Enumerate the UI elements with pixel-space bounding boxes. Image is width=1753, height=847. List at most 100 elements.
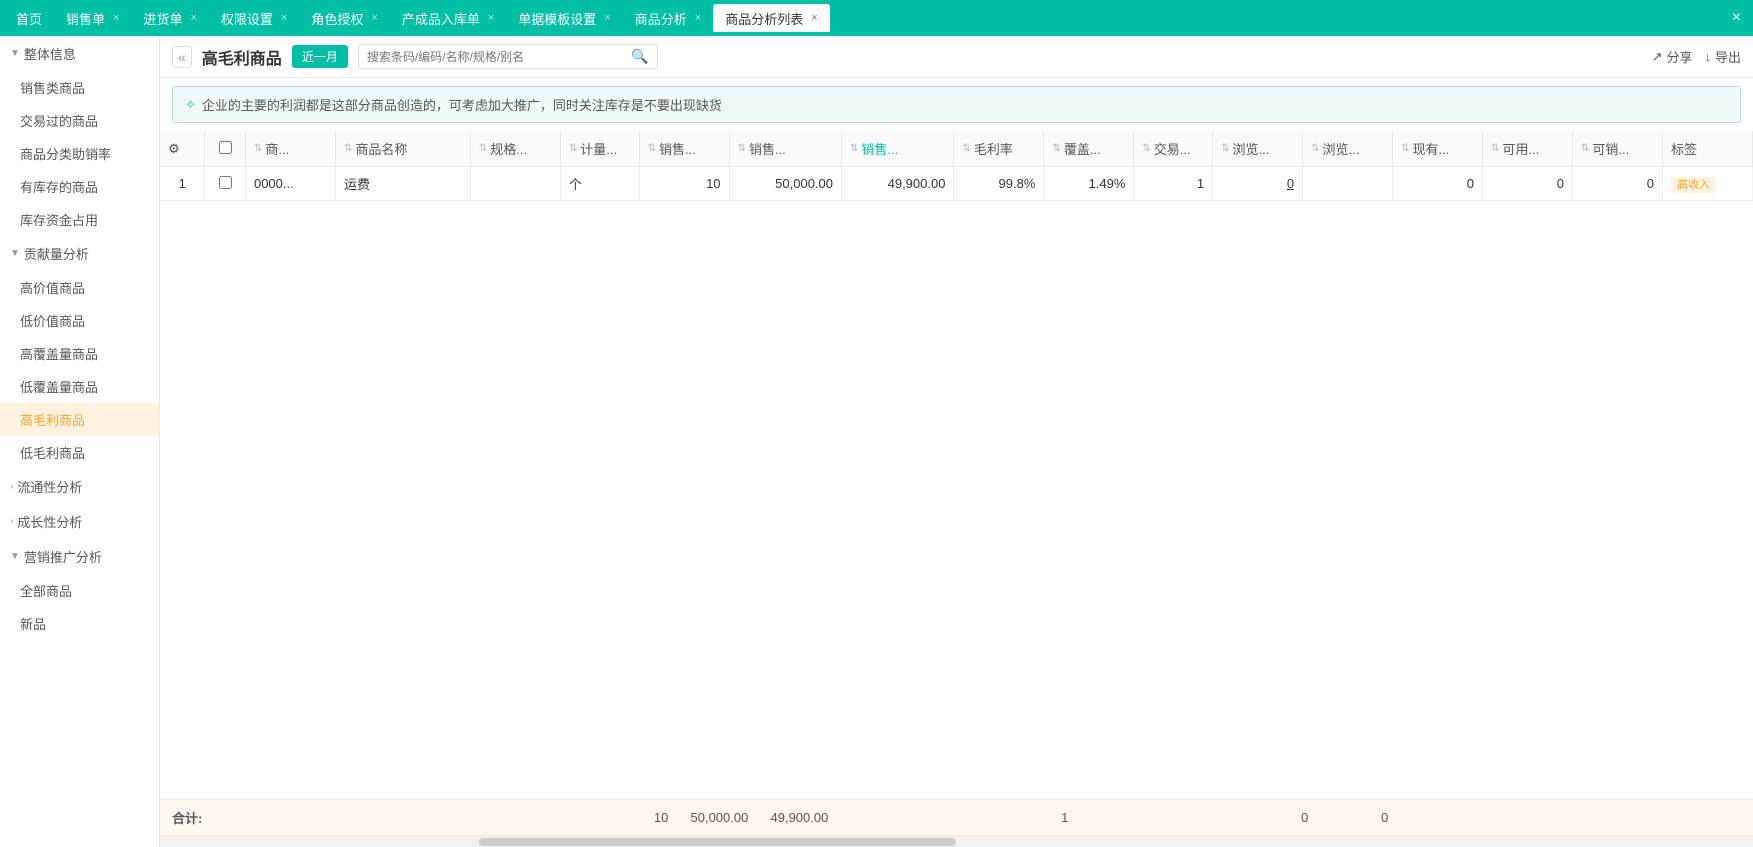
sidebar-item-new-products[interactable]: 新品 <box>0 607 159 640</box>
cell-sale2: 0 <box>1572 167 1662 201</box>
sort-icon-code: ⇅ <box>254 143 262 154</box>
close-all-tabs[interactable]: × <box>1724 5 1749 31</box>
tab-close-product-analysis-list[interactable]: × <box>811 12 817 24</box>
col-header-sale2: ⇅ 可销... <box>1572 131 1662 167</box>
share-icon: ↗ <box>1652 49 1663 65</box>
row-checkbox[interactable] <box>219 176 232 189</box>
cell-num: 1 <box>160 167 205 201</box>
col-header-sale-amt: ⇅ 销售... <box>729 131 841 167</box>
sort-icon-cover: ⇅ <box>1052 143 1060 154</box>
search-icon[interactable]: 🔍 <box>631 48 648 65</box>
sidebar-section-growth[interactable]: › 成长性分析 <box>0 504 159 539</box>
export-icon: ↓ <box>1704 49 1711 64</box>
tab-sales[interactable]: 销售单 × <box>54 4 131 32</box>
sidebar-item-low-value[interactable]: 低价值商品 <box>0 304 159 337</box>
export-button[interactable]: ↓ 导出 <box>1704 47 1741 66</box>
collapse-sidebar-button[interactable]: « <box>172 46 192 68</box>
sidebar-item-category-rate[interactable]: 商品分类助销率 <box>0 137 159 170</box>
arrow-right-icon: › <box>10 481 13 492</box>
tab-product-analysis[interactable]: 商品分析 × <box>623 4 713 32</box>
col-header-unit: ⇅ 计量... <box>560 131 639 167</box>
content-area: « 高毛利商品 近一月 🔍 ↗ 分享 ↓ 导出 ✧ 企业的主要的利润都是这部 <box>160 36 1753 847</box>
scrollbar-thumb[interactable] <box>479 838 957 846</box>
main-layout: ▼ 整体信息 销售类商品 交易过的商品 商品分类助销率 有库存的商品 库存资金占… <box>0 36 1753 847</box>
sidebar-section-contribution[interactable]: ▼ 贡献量分析 <box>0 236 159 271</box>
cell-stock2: 0 <box>1483 167 1573 201</box>
col-header-stock2: ⇅ 可用... <box>1483 131 1573 167</box>
cell-sale-qty: 10 <box>639 167 729 201</box>
sidebar-item-low-coverage[interactable]: 低覆盖量商品 <box>0 370 159 403</box>
col-header-sale-cost[interactable]: ⇅ 销售... <box>842 131 954 167</box>
sort-icon-sale-qty: ⇅ <box>648 143 656 154</box>
tab-close-product-in[interactable]: × <box>488 12 494 24</box>
tab-home[interactable]: 首页 <box>4 4 54 32</box>
info-text: 企业的主要的利润都是这部分商品创造的，可考虑加大推广，同时关注库存是不要出现缺货 <box>202 95 722 114</box>
tab-template[interactable]: 单据模板设置 × <box>506 4 622 32</box>
col-header-check <box>205 131 245 167</box>
col-header-name: ⇅ 商品名称 <box>335 131 470 167</box>
settings-icon[interactable]: ⚙ <box>168 141 180 157</box>
sidebar-item-sales-products[interactable]: 销售类商品 <box>0 71 159 104</box>
tab-product-in[interactable]: 产成品入库单 × <box>390 4 506 32</box>
footer-stock2: 0 <box>1316 810 1396 825</box>
sort-icon-unit: ⇅ <box>569 143 577 154</box>
cell-check[interactable] <box>205 167 245 201</box>
sidebar-item-high-value[interactable]: 高价值商品 <box>0 271 159 304</box>
tab-permissions[interactable]: 权限设置 × <box>209 4 299 32</box>
sort-icon-browse2: ⇅ <box>1311 143 1319 154</box>
tab-close-permissions[interactable]: × <box>281 12 287 24</box>
cell-name: 运费 <box>335 167 470 201</box>
data-table: ⚙ ⇅ 商... <box>160 131 1753 201</box>
col-header-cover: ⇅ 覆盖... <box>1044 131 1134 167</box>
tab-purchase[interactable]: 进货单 × <box>131 4 208 32</box>
cell-tag: 高收入 <box>1662 167 1752 201</box>
cell-browse1[interactable]: 0 <box>1213 167 1303 201</box>
cell-spec <box>470 167 560 201</box>
search-box: 🔍 <box>358 44 658 69</box>
col-header-code: ⇅ 商... <box>245 131 335 167</box>
sidebar-item-low-margin[interactable]: 低毛利商品 <box>0 436 159 469</box>
sidebar-item-stock-capital[interactable]: 库存资金占用 <box>0 203 159 236</box>
tab-close-template[interactable]: × <box>604 12 610 24</box>
footer-sale-cost: 49,900.00 <box>756 810 836 825</box>
cell-stock1: 0 <box>1393 167 1483 201</box>
sidebar-section-flow[interactable]: › 流通性分析 <box>0 469 159 504</box>
tab-close-sales[interactable]: × <box>113 12 119 24</box>
tab-close-purchase[interactable]: × <box>190 12 196 24</box>
page-title: 高毛利商品 <box>202 45 282 69</box>
col-header-spec: ⇅ 规格... <box>470 131 560 167</box>
sort-icon-spec: ⇅ <box>479 143 487 154</box>
sidebar-item-high-coverage[interactable]: 高覆盖量商品 <box>0 337 159 370</box>
col-header-num: ⚙ <box>160 131 205 167</box>
sidebar-item-high-margin[interactable]: 高毛利商品 <box>0 403 159 436</box>
sidebar-section-marketing[interactable]: ▼ 营销推广分析 <box>0 539 159 574</box>
time-filter-button[interactable]: 近一月 <box>292 45 348 68</box>
share-button[interactable]: ↗ 分享 <box>1652 47 1693 66</box>
sidebar-section-overall[interactable]: ▼ 整体信息 <box>0 36 159 71</box>
arrow-down-icon-3: ▼ <box>10 551 20 562</box>
content-header: « 高毛利商品 近一月 🔍 ↗ 分享 ↓ 导出 <box>160 36 1753 78</box>
table-footer: 合计: 10 50,000.00 49,900.00 1 0 0 <box>160 799 1753 835</box>
tab-close-product-analysis[interactable]: × <box>695 12 701 24</box>
col-header-stock1: ⇅ 现有... <box>1393 131 1483 167</box>
tab-bar: 首页 销售单 × 进货单 × 权限设置 × 角色授权 × 产成品入库单 × 单据… <box>0 0 1753 36</box>
sidebar: ▼ 整体信息 销售类商品 交易过的商品 商品分类助销率 有库存的商品 库存资金占… <box>0 36 160 847</box>
search-input[interactable] <box>367 50 626 64</box>
sidebar-item-in-stock[interactable]: 有库存的商品 <box>0 170 159 203</box>
tab-product-analysis-list[interactable]: 商品分析列表 × <box>713 4 829 32</box>
sidebar-item-traded-products[interactable]: 交易过的商品 <box>0 104 159 137</box>
cell-unit: 个 <box>560 167 639 201</box>
col-header-profit-rate: ⇅ 毛利率 <box>954 131 1044 167</box>
info-banner: ✧ 企业的主要的利润都是这部分商品创造的，可考虑加大推广，同时关注库存是不要出现… <box>172 86 1741 123</box>
col-header-browse1: ⇅ 浏览... <box>1213 131 1303 167</box>
footer-stock1: 0 <box>1236 810 1316 825</box>
col-header-tag: 标签 <box>1662 131 1752 167</box>
tab-close-roles[interactable]: × <box>371 12 377 24</box>
horizontal-scrollbar[interactable] <box>160 835 1753 847</box>
col-header-tx: ⇅ 交易... <box>1134 131 1213 167</box>
tab-roles[interactable]: 角色授权 × <box>299 4 389 32</box>
cell-browse2 <box>1303 167 1393 201</box>
sort-icon-profit-rate: ⇅ <box>962 143 970 154</box>
sidebar-item-all-products[interactable]: 全部商品 <box>0 574 159 607</box>
select-all-checkbox[interactable] <box>219 141 232 154</box>
